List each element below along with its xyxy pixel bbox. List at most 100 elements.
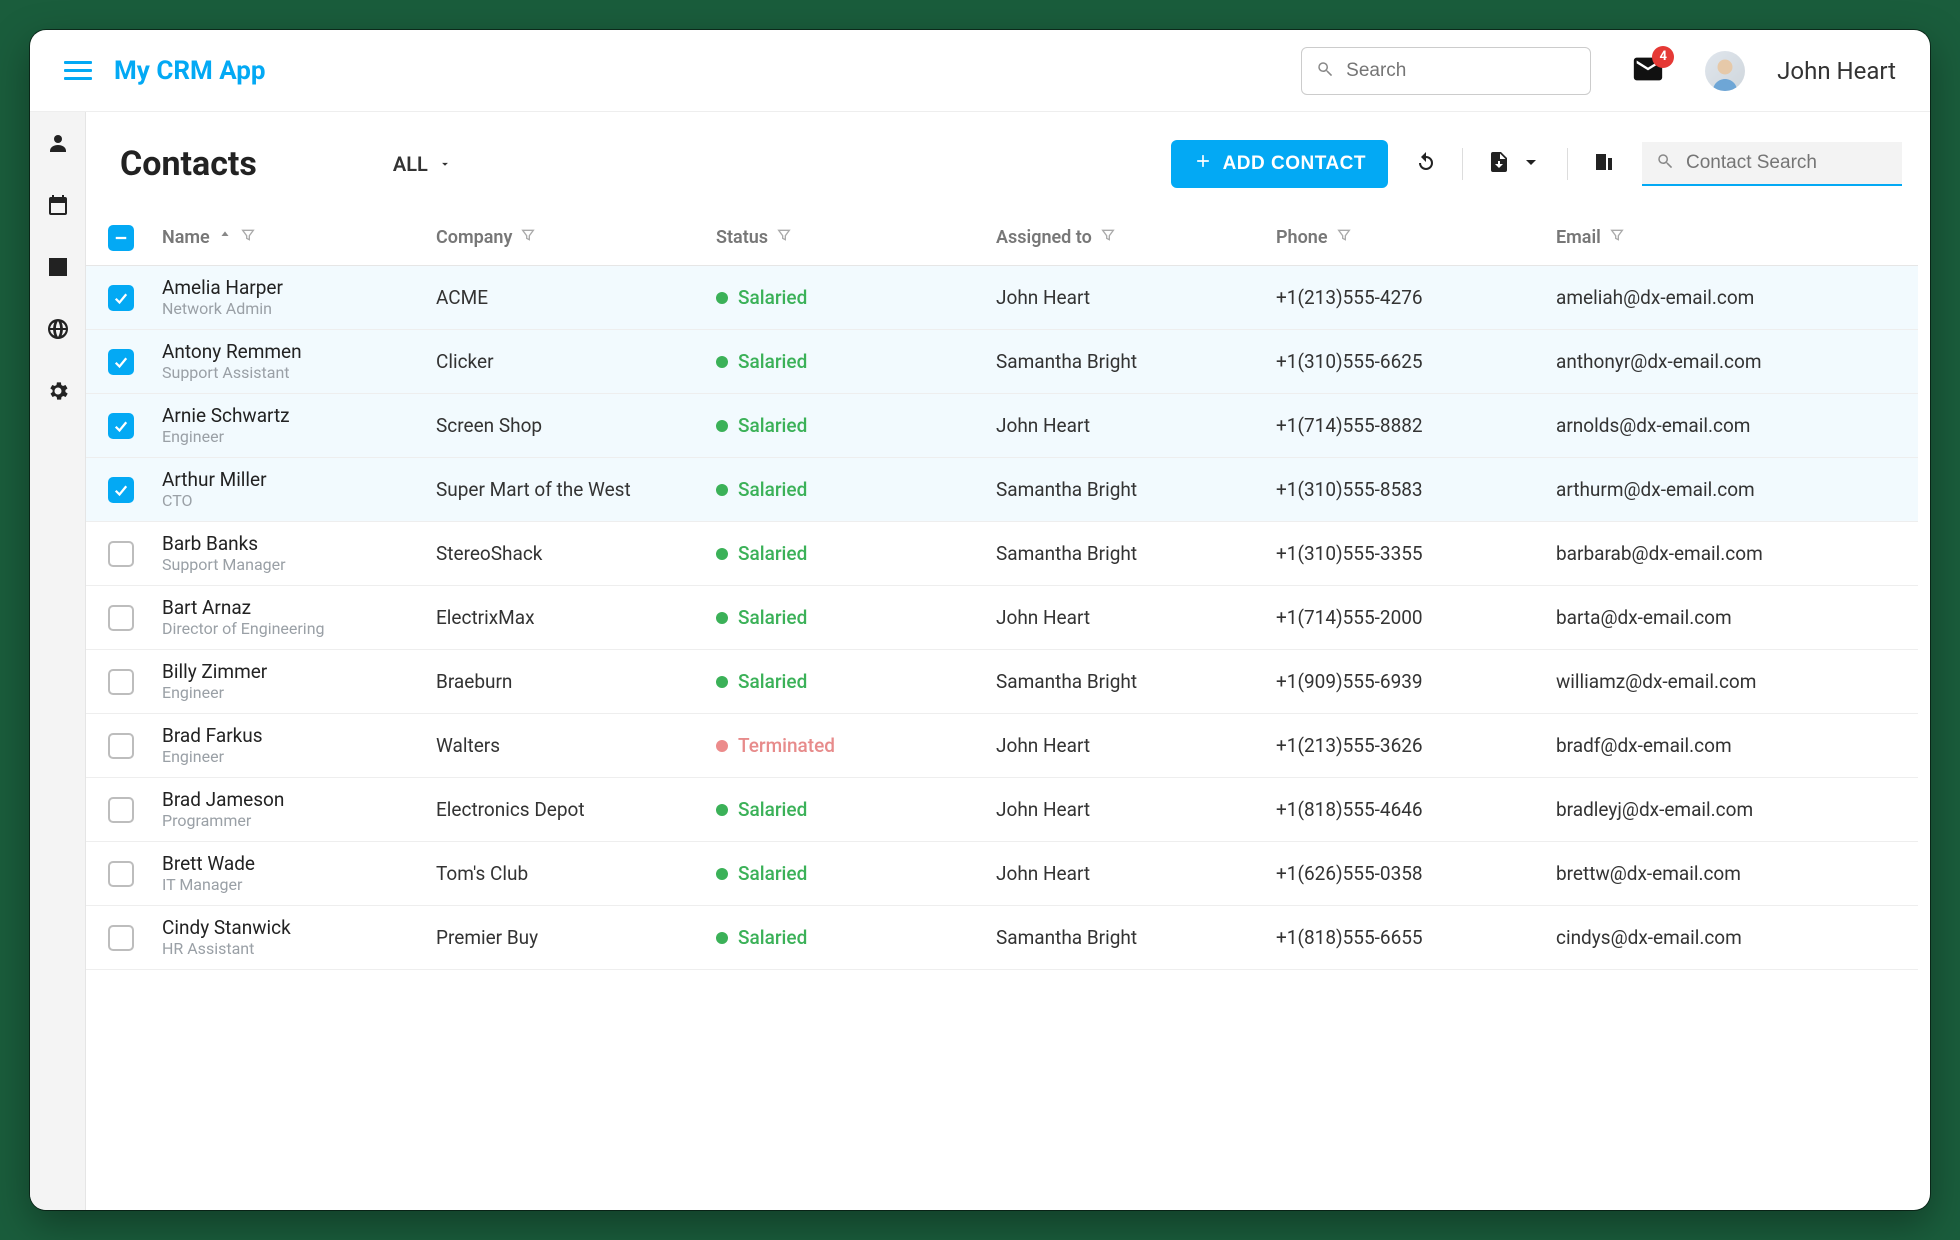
global-search-input[interactable]	[1344, 59, 1593, 83]
filter-icon	[776, 227, 792, 248]
row-checkbox[interactable]	[108, 925, 134, 951]
contact-phone: +1(310)555-8583	[1276, 478, 1556, 501]
contact-assigned: John Heart	[996, 734, 1276, 757]
row-checkbox[interactable]	[108, 285, 134, 311]
row-checkbox[interactable]	[108, 477, 134, 503]
contact-phone: +1(213)555-4276	[1276, 286, 1556, 309]
menu-toggle-button[interactable]	[64, 57, 92, 85]
contact-name: Brad Farkus	[162, 725, 436, 748]
global-search[interactable]	[1301, 47, 1591, 95]
row-checkbox[interactable]	[108, 541, 134, 567]
contact-email: bradleyj@dx-email.com	[1556, 798, 1918, 821]
contact-company: Premier Buy	[436, 926, 716, 949]
contact-status: Salaried	[738, 286, 807, 309]
contact-assigned: John Heart	[996, 414, 1276, 437]
row-checkbox[interactable]	[108, 861, 134, 887]
table-row[interactable]: Arthur MillerCTOSuper Mart of the WestSa…	[86, 458, 1918, 522]
column-header-status[interactable]: Status	[716, 227, 996, 248]
contact-name: Arthur Miller	[162, 469, 436, 492]
add-contact-button[interactable]: ADD CONTACT	[1171, 140, 1388, 188]
contact-email: arthurm@dx-email.com	[1556, 478, 1918, 501]
select-all-checkbox[interactable]	[108, 225, 134, 251]
contact-phone: +1(310)555-6625	[1276, 350, 1556, 373]
filter-dropdown[interactable]: ALL	[393, 152, 452, 176]
column-header-phone[interactable]: Phone	[1276, 227, 1556, 248]
table-row[interactable]: Cindy StanwickHR AssistantPremier BuySal…	[86, 906, 1918, 970]
contact-role: Director of Engineering	[162, 619, 436, 638]
gear-icon	[46, 379, 70, 407]
row-checkbox[interactable]	[108, 733, 134, 759]
contact-name: Brett Wade	[162, 853, 436, 876]
row-checkbox[interactable]	[108, 605, 134, 631]
column-header-name[interactable]: Name	[156, 227, 436, 248]
status-dot-icon	[716, 292, 728, 304]
column-header-company[interactable]: Company	[436, 227, 716, 248]
table-row[interactable]: Brett WadeIT ManagerTom's ClubSalariedJo…	[86, 842, 1918, 906]
filter-icon	[1609, 227, 1625, 248]
contact-phone: +1(818)555-6655	[1276, 926, 1556, 949]
chart-icon	[46, 255, 70, 283]
user-name: John Heart	[1777, 57, 1896, 85]
contact-status: Salaried	[738, 798, 807, 821]
contact-assigned: John Heart	[996, 798, 1276, 821]
table-row[interactable]: Bart ArnazDirector of EngineeringElectri…	[86, 586, 1918, 650]
contact-status: Salaried	[738, 542, 807, 565]
user-avatar[interactable]	[1705, 51, 1745, 91]
contact-company: Walters	[436, 734, 716, 757]
page-title: Contacts	[120, 144, 257, 184]
contact-email: barta@dx-email.com	[1556, 606, 1918, 629]
mail-icon	[1631, 71, 1665, 90]
contact-company: Super Mart of the West	[436, 478, 716, 501]
status-dot-icon	[716, 676, 728, 688]
refresh-icon	[1414, 150, 1438, 178]
table-row[interactable]: Arnie SchwartzEngineerScreen ShopSalarie…	[86, 394, 1918, 458]
columns-icon	[1592, 150, 1616, 178]
contact-assigned: Samantha Bright	[996, 542, 1276, 565]
sidebar-item-globe[interactable]	[43, 316, 73, 346]
column-header-assigned[interactable]: Assigned to	[996, 227, 1276, 248]
contact-assigned: John Heart	[996, 286, 1276, 309]
filter-icon	[520, 227, 536, 248]
sidebar-item-calendar[interactable]	[43, 192, 73, 222]
contact-assigned: John Heart	[996, 862, 1276, 885]
table-row[interactable]: Billy ZimmerEngineerBraeburnSalariedSama…	[86, 650, 1918, 714]
status-dot-icon	[716, 804, 728, 816]
contact-email: bradf@dx-email.com	[1556, 734, 1918, 757]
contact-role: IT Manager	[162, 875, 436, 894]
contact-status: Terminated	[738, 734, 835, 757]
contact-company: ACME	[436, 286, 716, 309]
column-header-email[interactable]: Email	[1556, 227, 1918, 248]
table-row[interactable]: Barb BanksSupport ManagerStereoShackSala…	[86, 522, 1918, 586]
app-header: My CRM App 4 John Heart	[30, 30, 1930, 112]
refresh-button[interactable]	[1414, 140, 1438, 188]
contact-phone: +1(626)555-0358	[1276, 862, 1556, 885]
contact-search[interactable]	[1642, 142, 1902, 186]
row-checkbox[interactable]	[108, 797, 134, 823]
contact-role: HR Assistant	[162, 939, 436, 958]
row-checkbox[interactable]	[108, 413, 134, 439]
column-chooser-button[interactable]	[1592, 140, 1616, 188]
table-row[interactable]: Antony RemmenSupport AssistantClickerSal…	[86, 330, 1918, 394]
search-icon	[1316, 60, 1344, 82]
export-button[interactable]	[1487, 140, 1543, 188]
contact-search-input[interactable]	[1684, 151, 1930, 175]
contact-role: CTO	[162, 491, 436, 510]
mail-button[interactable]: 4	[1631, 52, 1665, 90]
contact-assigned: Samantha Bright	[996, 926, 1276, 949]
contact-status: Salaried	[738, 606, 807, 629]
sidebar-item-analytics[interactable]	[43, 254, 73, 284]
contact-phone: +1(213)555-3626	[1276, 734, 1556, 757]
sidebar-item-settings[interactable]	[43, 378, 73, 408]
plus-icon	[1193, 151, 1213, 177]
status-dot-icon	[716, 356, 728, 368]
row-checkbox[interactable]	[108, 669, 134, 695]
table-row[interactable]: Brad FarkusEngineerWaltersTerminatedJohn…	[86, 714, 1918, 778]
row-checkbox[interactable]	[108, 349, 134, 375]
table-row[interactable]: Brad JamesonProgrammerElectronics DepotS…	[86, 778, 1918, 842]
status-dot-icon	[716, 612, 728, 624]
contact-status: Salaried	[738, 926, 807, 949]
sidebar-item-contacts[interactable]	[43, 130, 73, 160]
table-row[interactable]: Amelia HarperNetwork AdminACMESalariedJo…	[86, 266, 1918, 330]
contact-assigned: John Heart	[996, 606, 1276, 629]
contact-email: cindys@dx-email.com	[1556, 926, 1918, 949]
